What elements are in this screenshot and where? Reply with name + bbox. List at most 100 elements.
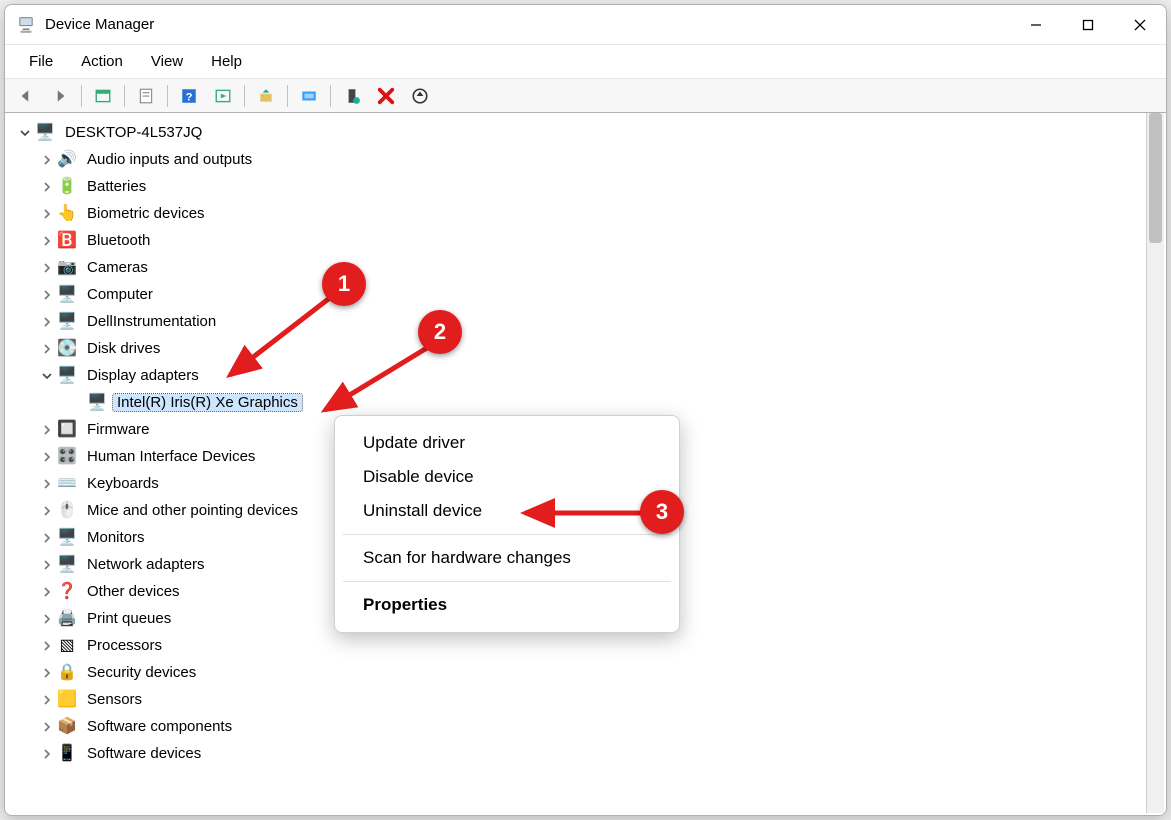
tree-item-cameras[interactable]: 📷Cameras	[17, 254, 1144, 281]
enable-button[interactable]	[337, 83, 367, 109]
chevron-right-icon[interactable]	[39, 476, 55, 492]
tree-item-sensors[interactable]: 🟨Sensors	[17, 686, 1144, 713]
chevron-right-icon[interactable]	[39, 233, 55, 249]
chevron-right-icon[interactable]	[39, 260, 55, 276]
chevron-right-icon[interactable]	[39, 530, 55, 546]
back-button[interactable]	[11, 83, 41, 109]
chevron-right-icon[interactable]	[39, 692, 55, 708]
menu-help[interactable]: Help	[197, 49, 256, 74]
ctx-uninstall-device[interactable]: Uninstall device	[335, 494, 679, 528]
tree-item-bluetooth[interactable]: 🅱️ Bluetooth	[17, 227, 1144, 254]
chevron-right-icon[interactable]	[39, 179, 55, 195]
firmware-icon: 🔲	[57, 420, 77, 440]
chevron-right-icon[interactable]	[39, 287, 55, 303]
toolbar-separator	[330, 85, 331, 107]
context-menu: Update driver Disable device Uninstall d…	[334, 415, 680, 633]
tree-item-label: Display adapters	[83, 367, 203, 384]
tree-item-label: DellInstrumentation	[83, 313, 220, 330]
annotation-badge-3: 3	[640, 490, 684, 534]
toolbar-separator	[81, 85, 82, 107]
ctx-properties[interactable]: Properties	[335, 588, 679, 622]
tree-item-processors[interactable]: ▧Processors	[17, 632, 1144, 659]
tree-item-batteries[interactable]: 🔋Batteries	[17, 173, 1144, 200]
tree-item-disk[interactable]: 💽 Disk drives	[17, 335, 1144, 362]
vertical-scrollbar[interactable]	[1146, 113, 1164, 813]
chevron-right-icon[interactable]	[39, 314, 55, 330]
ctx-scan-hardware[interactable]: Scan for hardware changes	[335, 541, 679, 575]
chevron-right-icon[interactable]	[39, 638, 55, 654]
hid-icon: 🎛️	[57, 447, 77, 467]
igpu-icon: 🖥️	[87, 393, 107, 413]
title-bar: Device Manager	[5, 5, 1166, 45]
tree-item-security[interactable]: 🔒Security devices	[17, 659, 1144, 686]
properties-button[interactable]	[131, 83, 161, 109]
cameras-icon: 📷	[57, 258, 77, 278]
show-hidden-button[interactable]	[88, 83, 118, 109]
update-button[interactable]	[251, 83, 281, 109]
chevron-right-icon[interactable]	[39, 719, 55, 735]
computer-icon: 🖥️	[35, 123, 55, 143]
window-controls	[1010, 5, 1166, 44]
tree-item-label: Sensors	[83, 691, 146, 708]
swdev-icon: 📱	[57, 744, 77, 764]
chevron-right-icon[interactable]	[39, 665, 55, 681]
display-icon: 🖥️	[57, 366, 77, 386]
tree-item-audio[interactable]: 🔊Audio inputs and outputs	[17, 146, 1144, 173]
tree-item-label: Disk drives	[83, 340, 164, 357]
scan-button[interactable]	[294, 83, 324, 109]
chevron-right-icon[interactable]	[39, 611, 55, 627]
action-button[interactable]	[208, 83, 238, 109]
tree-item-label: Batteries	[83, 178, 150, 195]
tree-item-dellinstr[interactable]: 🖥️DellInstrumentation	[17, 308, 1144, 335]
chevron-down-icon[interactable]	[17, 125, 33, 141]
menu-view[interactable]: View	[137, 49, 197, 74]
tree-item-label: Mice and other pointing devices	[83, 502, 302, 519]
printq-icon: 🖨️	[57, 609, 77, 629]
netadapters-icon: 🖥️	[57, 555, 77, 575]
chevron-right-icon[interactable]	[39, 449, 55, 465]
chevron-right-icon[interactable]	[39, 557, 55, 573]
tree-item-label: Bluetooth	[83, 232, 154, 249]
keyboards-icon: ⌨️	[57, 474, 77, 494]
chevron-right-icon[interactable]	[39, 503, 55, 519]
chevron-right-icon[interactable]	[39, 746, 55, 762]
ctx-separator	[343, 581, 671, 582]
swcomp-icon: 📦	[57, 717, 77, 737]
uninstall-button[interactable]	[371, 83, 401, 109]
menu-file[interactable]: File	[15, 49, 67, 74]
tree-item-swdev[interactable]: 📱 Software devices	[17, 740, 1144, 767]
chevron-right-icon[interactable]	[39, 422, 55, 438]
tree-item-label: DESKTOP-4L537JQ	[61, 124, 206, 141]
menu-action[interactable]: Action	[67, 49, 137, 74]
help-button[interactable]: ?	[174, 83, 204, 109]
monitors-icon: 🖥️	[57, 528, 77, 548]
tree-item-biometric[interactable]: 👆Biometric devices	[17, 200, 1144, 227]
ctx-update-driver[interactable]: Update driver	[335, 426, 679, 460]
tree-item-swcomp[interactable]: 📦Software components	[17, 713, 1144, 740]
scrollbar-thumb[interactable]	[1149, 113, 1162, 243]
tree-item-igpu[interactable]: 🖥️Intel(R) Iris(R) Xe Graphics	[17, 389, 1144, 416]
chevron-right-icon[interactable]	[39, 152, 55, 168]
tree-item-computer[interactable]: 🖥️Computer	[17, 281, 1144, 308]
chevron-right-icon[interactable]	[39, 206, 55, 222]
tree-item-label: Computer	[83, 286, 157, 303]
close-button[interactable]	[1114, 5, 1166, 44]
svg-text:?: ?	[186, 91, 193, 103]
tree-item-display[interactable]: 🖥️ Display adapters	[17, 362, 1144, 389]
refresh-button[interactable]	[405, 83, 435, 109]
tree-item-label: Software devices	[83, 745, 205, 762]
tree-item-label: Biometric devices	[83, 205, 209, 222]
forward-button[interactable]	[45, 83, 75, 109]
tree-item-label: Human Interface Devices	[83, 448, 259, 465]
chevron-right-icon[interactable]	[39, 584, 55, 600]
minimize-button[interactable]	[1010, 5, 1062, 44]
disk-icon: 💽	[57, 339, 77, 359]
chevron-down-icon[interactable]	[39, 368, 55, 384]
tree-item-root[interactable]: 🖥️ DESKTOP-4L537JQ	[17, 119, 1144, 146]
tree-item-label: Keyboards	[83, 475, 163, 492]
maximize-button[interactable]	[1062, 5, 1114, 44]
bluetooth-icon: 🅱️	[57, 231, 77, 251]
chevron-right-icon[interactable]	[39, 341, 55, 357]
tree-item-label: Security devices	[83, 664, 200, 681]
ctx-disable-device[interactable]: Disable device	[335, 460, 679, 494]
